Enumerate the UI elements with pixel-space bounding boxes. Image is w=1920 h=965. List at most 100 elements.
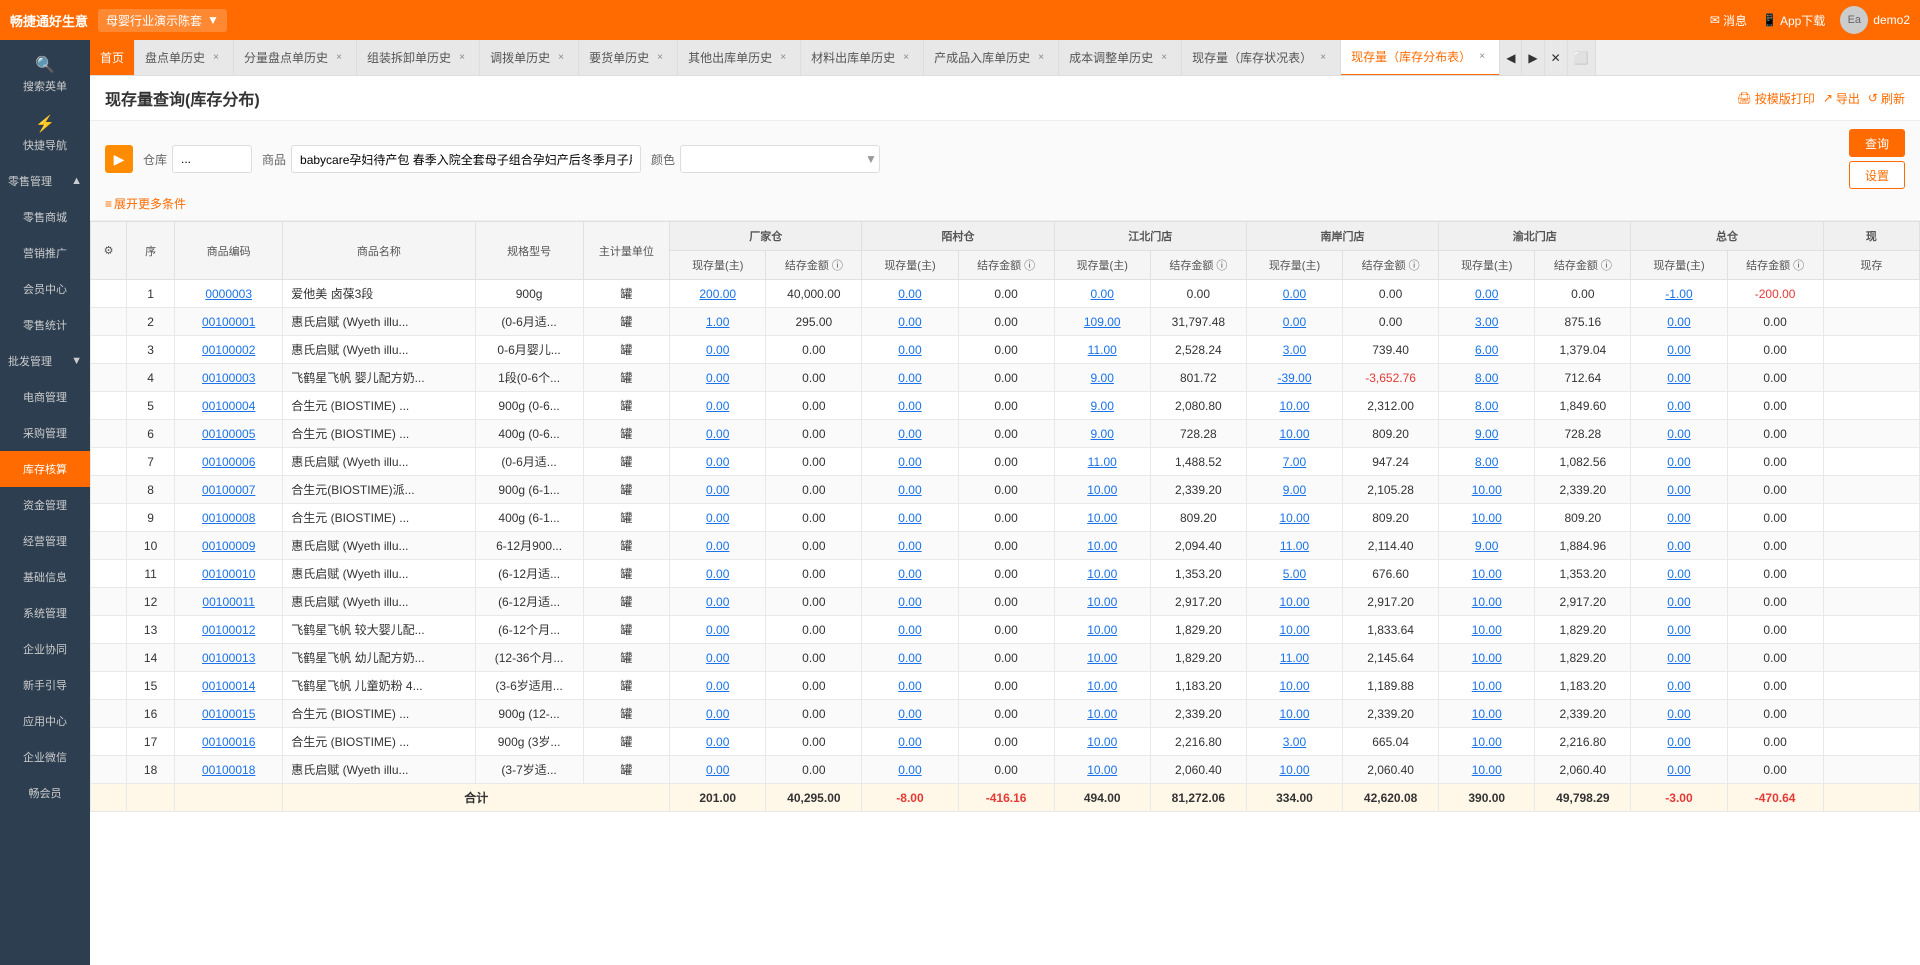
tab-yaohuo[interactable]: 要货单历史 × <box>579 40 678 76</box>
row-nanan-stock[interactable]: 5.00 <box>1246 560 1342 588</box>
row-yuibei-stock[interactable]: 10.00 <box>1439 560 1535 588</box>
row-code[interactable]: 00100006 <box>175 448 283 476</box>
row-jiangbei-stock[interactable]: 10.00 <box>1054 588 1150 616</box>
sidebar-item-enterprise[interactable]: 企业协同 <box>0 631 90 667</box>
row-factory-stock[interactable]: 0.00 <box>670 448 766 476</box>
tab-pandian[interactable]: 盘点单历史 × <box>135 40 234 76</box>
row-total-stock[interactable]: 0.00 <box>1631 560 1727 588</box>
tab-chengben[interactable]: 成本调整单历史 × <box>1059 40 1182 76</box>
filter-toggle-btn[interactable]: ▶ <box>105 145 133 173</box>
row-total-stock[interactable]: 0.00 <box>1631 756 1727 784</box>
row-code[interactable]: 00100015 <box>175 700 283 728</box>
row-nanan-stock[interactable]: 11.00 <box>1246 532 1342 560</box>
row-total-stock[interactable]: 0.00 <box>1631 700 1727 728</box>
row-jiangbei-stock[interactable]: 10.00 <box>1054 476 1150 504</box>
row-yuibei-stock[interactable]: 9.00 <box>1439 420 1535 448</box>
row-code[interactable]: 00100001 <box>175 308 283 336</box>
row-cun-stock[interactable]: 0.00 <box>862 616 958 644</box>
row-code[interactable]: 00100014 <box>175 672 283 700</box>
row-cun-stock[interactable]: 0.00 <box>862 448 958 476</box>
row-total-stock[interactable]: 0.00 <box>1631 532 1727 560</box>
sidebar-item-retail[interactable]: 零售管理 ▲ <box>0 163 90 199</box>
sidebar-item-wholesale[interactable]: 批发管理 ▼ <box>0 343 90 379</box>
row-yuibei-stock[interactable]: 6.00 <box>1439 336 1535 364</box>
row-cun-stock[interactable]: 0.00 <box>862 588 958 616</box>
row-factory-stock[interactable]: 0.00 <box>670 476 766 504</box>
tab-cailiao[interactable]: 材料出库单历史 × <box>801 40 924 76</box>
row-code[interactable]: 00100016 <box>175 728 283 756</box>
row-jiangbei-stock[interactable]: 11.00 <box>1054 336 1150 364</box>
row-yuibei-stock[interactable]: 0.00 <box>1439 280 1535 308</box>
row-total-stock[interactable]: 0.00 <box>1631 336 1727 364</box>
row-yuibei-stock[interactable]: 10.00 <box>1439 728 1535 756</box>
row-yuibei-stock[interactable]: 10.00 <box>1439 588 1535 616</box>
sidebar-item-appcenter[interactable]: 应用中心 <box>0 703 90 739</box>
row-total-stock[interactable]: 0.00 <box>1631 644 1727 672</box>
sidebar-item-system[interactable]: 系统管理 <box>0 595 90 631</box>
row-yuibei-stock[interactable]: 10.00 <box>1439 700 1535 728</box>
row-cun-stock[interactable]: 0.00 <box>862 756 958 784</box>
sidebar-item-operations[interactable]: 经营管理 <box>0 523 90 559</box>
color-input[interactable] <box>680 145 880 173</box>
row-jiangbei-stock[interactable]: 0.00 <box>1054 280 1150 308</box>
sidebar-item-wechat[interactable]: 企业微信 <box>0 739 90 775</box>
row-cun-stock[interactable]: 0.00 <box>862 700 958 728</box>
row-total-stock[interactable]: 0.00 <box>1631 672 1727 700</box>
row-cun-stock[interactable]: 0.00 <box>862 280 958 308</box>
row-code[interactable]: 00100008 <box>175 504 283 532</box>
row-cun-stock[interactable]: 0.00 <box>862 392 958 420</box>
row-total-stock[interactable]: 0.00 <box>1631 392 1727 420</box>
row-factory-stock[interactable]: 0.00 <box>670 644 766 672</box>
tab-chengpin[interactable]: 产成品入库单历史 × <box>924 40 1059 76</box>
row-yuibei-stock[interactable]: 8.00 <box>1439 392 1535 420</box>
tab-chuku[interactable]: 其他出库单历史 × <box>678 40 801 76</box>
row-factory-stock[interactable]: 0.00 <box>670 616 766 644</box>
tab-diaob-close[interactable]: × <box>554 51 568 65</box>
settings-col-header[interactable]: ⚙ <box>91 222 127 280</box>
row-code[interactable]: 00100010 <box>175 560 283 588</box>
app-download-btn[interactable]: 📱 App下载 <box>1762 12 1825 29</box>
sidebar-item-member[interactable]: 会员中心 <box>0 271 90 307</box>
sidebar-item-base[interactable]: 基础信息 <box>0 559 90 595</box>
row-yuibei-stock[interactable]: 10.00 <box>1439 644 1535 672</box>
row-nanan-stock[interactable]: 10.00 <box>1246 420 1342 448</box>
row-yuibei-stock[interactable]: 3.00 <box>1439 308 1535 336</box>
tab-diaob[interactable]: 调拨单历史 × <box>480 40 579 76</box>
row-nanan-stock[interactable]: 7.00 <box>1246 448 1342 476</box>
sidebar-item-inventory[interactable]: 库存核算 <box>0 451 90 487</box>
tab-close-btn[interactable]: ✕ <box>1545 40 1568 76</box>
row-jiangbei-stock[interactable]: 10.00 <box>1054 532 1150 560</box>
sidebar-item-retail-stats[interactable]: 零售统计 <box>0 307 90 343</box>
row-jiangbei-stock[interactable]: 10.00 <box>1054 756 1150 784</box>
row-cun-stock[interactable]: 0.00 <box>862 336 958 364</box>
row-factory-stock[interactable]: 0.00 <box>670 364 766 392</box>
row-cun-stock[interactable]: 0.00 <box>862 560 958 588</box>
row-nanan-stock[interactable]: 10.00 <box>1246 756 1342 784</box>
tab-zuzhang[interactable]: 组装拆卸单历史 × <box>357 40 480 76</box>
row-nanan-stock[interactable]: 10.00 <box>1246 392 1342 420</box>
tab-cunliang-status[interactable]: 现存量（库存状况表） × <box>1182 40 1341 76</box>
tab-cailiao-close[interactable]: × <box>899 51 913 65</box>
row-factory-stock[interactable]: 0.00 <box>670 588 766 616</box>
sidebar-item-finance[interactable]: 资金管理 <box>0 487 90 523</box>
row-yuibei-stock[interactable]: 10.00 <box>1439 504 1535 532</box>
row-nanan-stock[interactable]: 10.00 <box>1246 504 1342 532</box>
row-yuibei-stock[interactable]: 10.00 <box>1439 756 1535 784</box>
sidebar-item-marketing[interactable]: 营销推广 <box>0 235 90 271</box>
company-select[interactable]: 母婴行业演示陈套 ▼ <box>98 9 227 32</box>
row-factory-stock[interactable]: 0.00 <box>670 700 766 728</box>
row-nanan-stock[interactable]: 0.00 <box>1246 280 1342 308</box>
export-btn[interactable]: ↗ 导出 <box>1823 90 1860 107</box>
row-code[interactable]: 00100011 <box>175 588 283 616</box>
row-code[interactable]: 00100007 <box>175 476 283 504</box>
row-cun-stock[interactable]: 0.00 <box>862 532 958 560</box>
query-btn[interactable]: 查询 <box>1849 129 1905 157</box>
row-code[interactable]: 00100013 <box>175 644 283 672</box>
row-jiangbei-stock[interactable]: 9.00 <box>1054 364 1150 392</box>
row-cun-stock[interactable]: 0.00 <box>862 644 958 672</box>
row-yuibei-stock[interactable]: 10.00 <box>1439 672 1535 700</box>
tab-chengben-close[interactable]: × <box>1157 51 1171 65</box>
row-factory-stock[interactable]: 200.00 <box>670 280 766 308</box>
row-yuibei-stock[interactable]: 9.00 <box>1439 532 1535 560</box>
refresh-btn[interactable]: ↺ 刷新 <box>1868 90 1905 107</box>
